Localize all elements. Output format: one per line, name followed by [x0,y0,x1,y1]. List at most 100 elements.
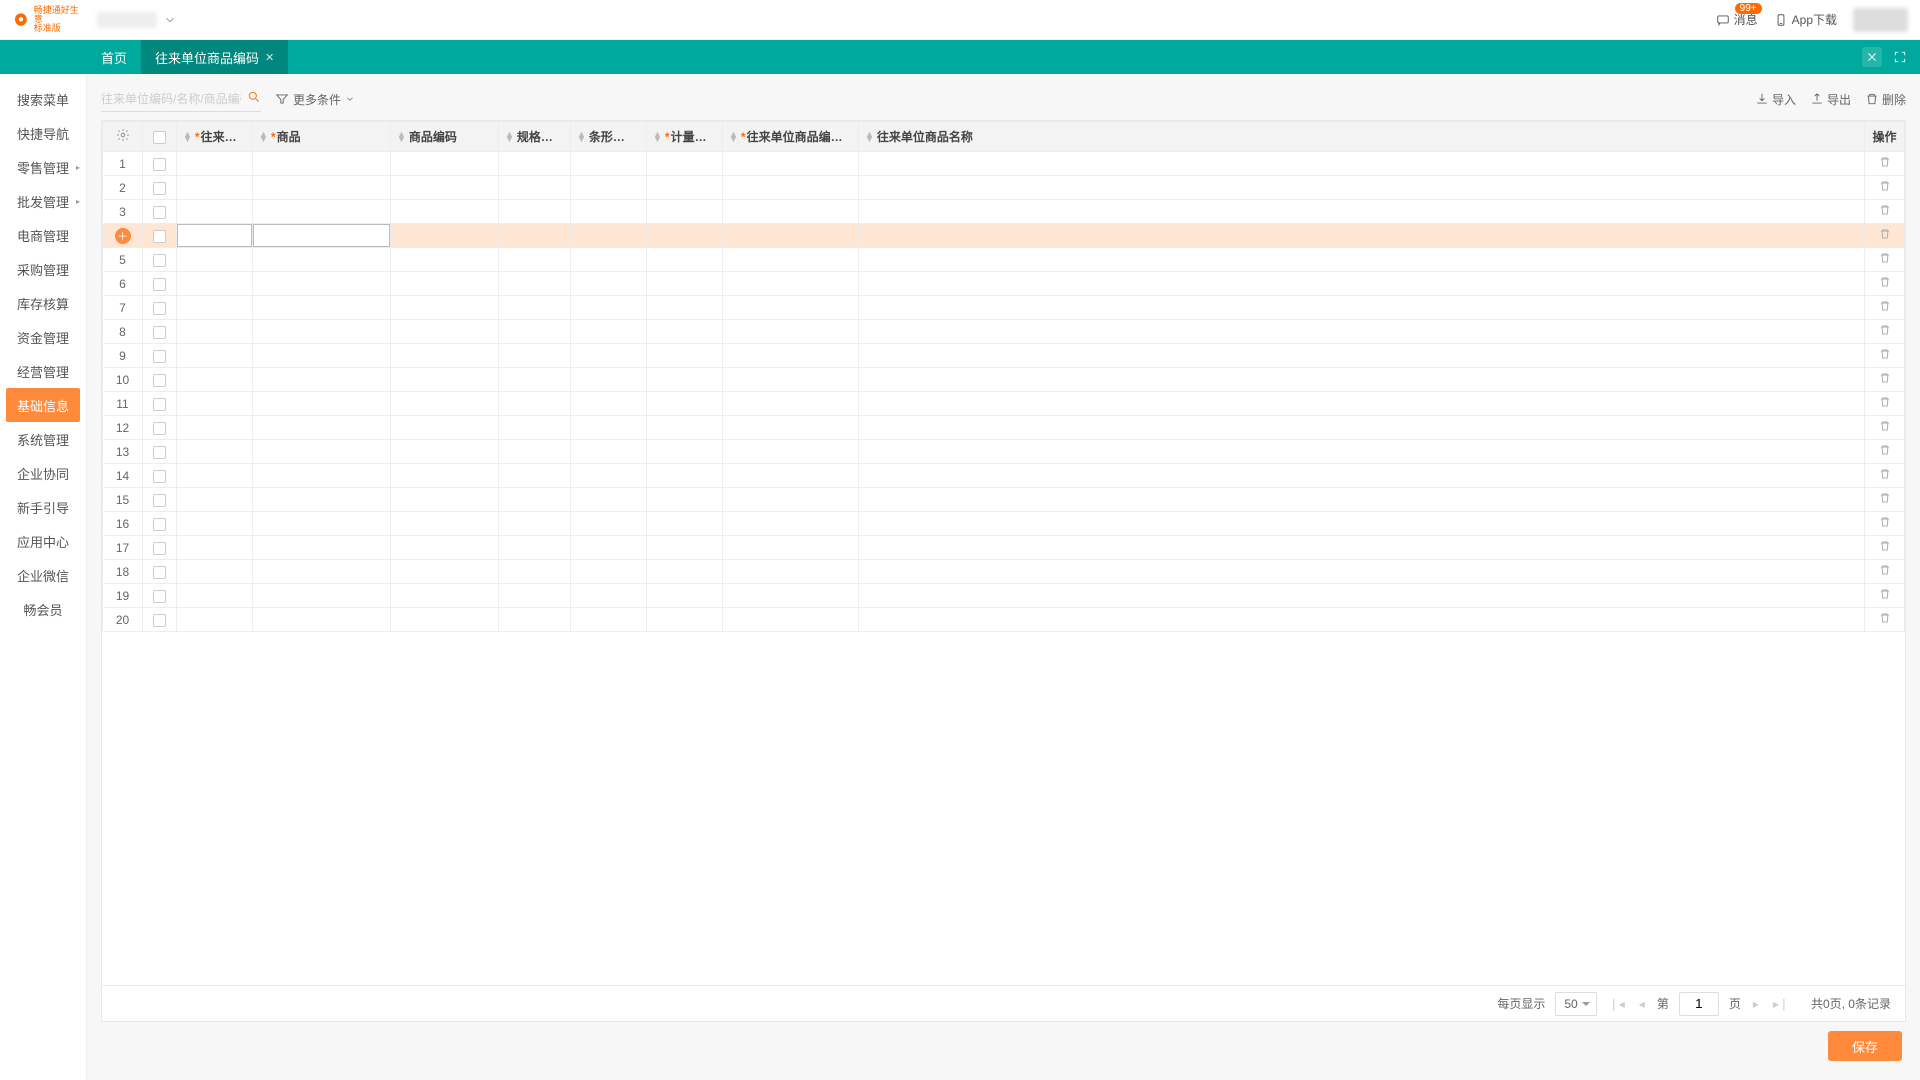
cell-barcode[interactable] [571,416,647,440]
cell-spec[interactable] [499,560,571,584]
cell-barcode[interactable] [571,224,647,248]
cell-product-code[interactable] [391,200,499,224]
messages-button[interactable]: 消息 99+ [1716,11,1758,28]
cell-unit[interactable] [177,464,253,488]
cell-unit[interactable] [177,344,253,368]
cell-unit[interactable] [177,584,253,608]
tab-bar-close-button[interactable] [1862,47,1882,67]
sidebar-item[interactable]: 采购管理 [0,252,86,286]
cell-barcode[interactable] [571,464,647,488]
cell-product[interactable] [253,512,391,536]
cell-product[interactable] [253,608,391,632]
cell-unit-product-name[interactable] [859,224,1865,248]
cell-product-code[interactable] [391,344,499,368]
cell-uom[interactable] [647,560,723,584]
row-checkbox[interactable] [143,224,177,248]
row-checkbox[interactable] [143,368,177,392]
row-checkbox[interactable] [143,248,177,272]
row-checkbox[interactable] [143,152,177,176]
cell-unit-product-name[interactable] [859,272,1865,296]
cell-unit-product-code[interactable] [723,392,859,416]
cell-product-code[interactable] [391,320,499,344]
row-delete[interactable] [1865,608,1905,632]
cell-product[interactable] [253,152,391,176]
fullscreen-button[interactable] [1890,47,1910,67]
column-unit[interactable]: ▲▼*往来… [177,122,253,152]
cell-unit[interactable] [177,248,253,272]
row-delete[interactable] [1865,392,1905,416]
cell-product[interactable] [253,416,391,440]
cell-uom[interactable] [647,248,723,272]
cell-uom[interactable] [647,224,723,248]
cell-spec[interactable] [499,440,571,464]
cell-product-code[interactable] [391,272,499,296]
column-unit-product-code[interactable]: ▲▼*往来单位商品编… [723,122,859,152]
tab-active[interactable]: 往来单位商品编码 ✕ [141,40,288,74]
cell-unit[interactable] [177,488,253,512]
cell-uom[interactable] [647,296,723,320]
cell-unit[interactable] [177,392,253,416]
cell-product-code[interactable] [391,464,499,488]
cell-uom[interactable] [647,488,723,512]
cell-product-code[interactable] [391,440,499,464]
column-spec[interactable]: ▲▼规格… [499,122,571,152]
cell-unit-product-code[interactable] [723,296,859,320]
cell-uom[interactable] [647,392,723,416]
cell-uom[interactable] [647,464,723,488]
cell-product-code[interactable] [391,584,499,608]
company-selector[interactable] [97,12,177,28]
cell-unit[interactable] [177,176,253,200]
cell-barcode[interactable] [571,560,647,584]
cell-uom[interactable] [647,200,723,224]
cell-barcode[interactable] [571,272,647,296]
row-checkbox[interactable] [143,584,177,608]
row-delete[interactable] [1865,560,1905,584]
cell-spec[interactable] [499,584,571,608]
table-row[interactable]: 12 [103,416,1905,440]
cell-unit-product-code[interactable] [723,488,859,512]
tab-home[interactable]: 首页 [87,40,141,74]
cell-unit[interactable] [177,608,253,632]
row-checkbox[interactable] [143,344,177,368]
cell-spec[interactable] [499,608,571,632]
cell-unit[interactable] [177,152,253,176]
tab-close-icon[interactable]: ✕ [265,51,274,64]
cell-spec[interactable] [499,536,571,560]
row-checkbox[interactable] [143,416,177,440]
cell-unit-product-name[interactable] [859,512,1865,536]
cell-unit-product-code[interactable] [723,200,859,224]
more-filters-button[interactable]: 更多条件 [275,91,355,108]
sidebar-item[interactable]: 经营管理 [0,354,86,388]
cell-product-code[interactable] [391,608,499,632]
cell-unit[interactable] [177,440,253,464]
cell-product[interactable] [253,320,391,344]
cell-uom[interactable] [647,440,723,464]
sidebar-item[interactable]: 快捷导航 [0,116,86,150]
cell-product[interactable] [253,560,391,584]
cell-product-code[interactable] [391,248,499,272]
cell-barcode[interactable] [571,536,647,560]
cell-product[interactable] [253,440,391,464]
cell-unit[interactable] [177,320,253,344]
column-product-code[interactable]: ▲▼商品编码 [391,122,499,152]
cell-product-code[interactable] [391,416,499,440]
cell-unit-product-code[interactable] [723,416,859,440]
cell-unit[interactable] [177,296,253,320]
cell-product[interactable] [253,248,391,272]
row-checkbox[interactable] [143,464,177,488]
cell-spec[interactable] [499,152,571,176]
cell-product-code[interactable] [391,392,499,416]
column-unit-product-name[interactable]: ▲▼往来单位商品名称 [859,122,1865,152]
cell-product[interactable] [253,272,391,296]
table-row[interactable]: 3 [103,200,1905,224]
cell-unit-product-code[interactable] [723,248,859,272]
table-row[interactable]: 15 [103,488,1905,512]
table-row[interactable]: 6 [103,272,1905,296]
sidebar-item[interactable]: 基础信息 [6,388,80,422]
cell-unit-product-name[interactable] [859,464,1865,488]
import-button[interactable]: 导入 [1755,91,1796,108]
cell-unit-product-code[interactable] [723,176,859,200]
cell-product[interactable] [253,344,391,368]
sidebar-item[interactable]: 应用中心 [0,524,86,558]
page-prev[interactable]: ◂ [1637,997,1647,1011]
